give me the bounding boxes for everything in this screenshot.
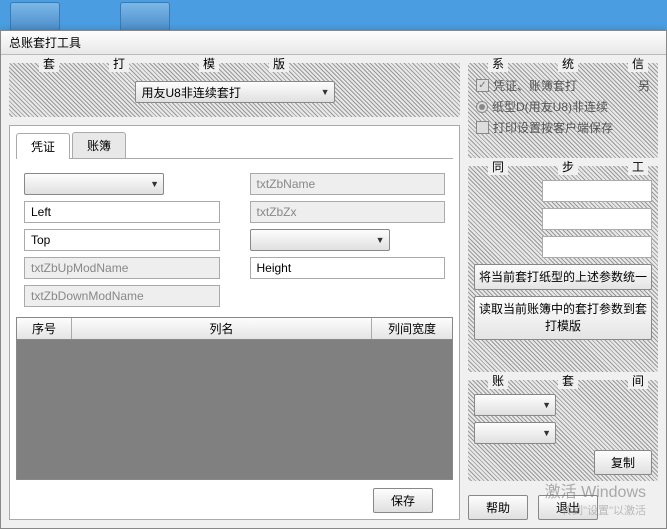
tab-book[interactable]: 账簿 — [72, 132, 126, 158]
group-label: 系 — [488, 55, 508, 72]
save-button[interactable]: 保存 — [373, 488, 433, 513]
group-label: 信 — [628, 55, 648, 72]
read-params-button[interactable]: 读取当前账簿中的套打参数到套打模版 — [474, 296, 652, 340]
exit-button[interactable]: 退出 — [538, 495, 598, 520]
blank-select[interactable] — [250, 229, 390, 251]
group-label: 版 — [269, 55, 289, 72]
main-panel: 凭证 账簿 Left Top txtZbUpModName txtZbDownM… — [9, 125, 460, 520]
template-select-value: 用友U8非连续套打 — [142, 84, 241, 101]
sub-select[interactable] — [24, 173, 164, 195]
radio-papertype-label: 纸型D(用友U8)非连续 — [492, 98, 608, 115]
desktop-icon[interactable] — [120, 2, 170, 32]
zbzx-input: txtZbZx — [250, 201, 446, 223]
extra-label: 另 — [638, 77, 650, 94]
checkbox-taoda-label: 凭证、账簿套打 — [493, 77, 577, 94]
system-group: 系 统 信 ✓ 凭证、账簿套打 另 纸型D(用友U8)非连续 打印设置按客户端保… — [468, 63, 658, 158]
group-label: 工 — [628, 158, 648, 175]
checkbox-client-save[interactable] — [476, 121, 489, 134]
group-label: 套 — [39, 55, 59, 72]
top-input[interactable]: Top — [24, 229, 220, 251]
upmod-input: txtZbUpModName — [24, 257, 220, 279]
template-select[interactable]: 用友U8非连续套打 — [135, 81, 335, 103]
grid-header-seq[interactable]: 序号 — [17, 318, 72, 339]
sync-group: 同 步 工 将当前套打纸型的上述参数统一 读取当前账簿中的套打参数到套打模版 — [468, 166, 658, 372]
height-input[interactable]: Height — [250, 257, 446, 279]
template-group: 套 打 模 版 用友U8非连续套打 — [9, 63, 460, 117]
group-label: 统 — [558, 55, 578, 72]
sync-input-2[interactable] — [542, 208, 652, 230]
footer-buttons: 帮助 退出 — [468, 489, 658, 520]
checkbox-taoda[interactable]: ✓ — [476, 79, 489, 92]
columns-grid: 序号 列名 列间宽度 — [16, 317, 453, 480]
titlebar: 总账套打工具 — [1, 31, 666, 55]
desktop-icons — [10, 2, 170, 32]
copy-button[interactable]: 复制 — [594, 450, 652, 475]
group-label: 账 — [488, 372, 508, 389]
desktop-icon[interactable] — [10, 2, 60, 32]
tabs: 凭证 账簿 — [16, 132, 453, 159]
checkbox-client-save-label: 打印设置按客户端保存 — [493, 119, 613, 136]
radio-papertype[interactable] — [476, 101, 488, 113]
group-label: 模 — [199, 55, 219, 72]
window-title: 总账套打工具 — [9, 34, 81, 51]
grid-header-colname[interactable]: 列名 — [72, 318, 372, 339]
group-label: 套 — [558, 372, 578, 389]
sync-input-1[interactable] — [542, 180, 652, 202]
left-input[interactable]: Left — [24, 201, 220, 223]
group-label: 步 — [558, 158, 578, 175]
zbname-input: txtZbName — [250, 173, 446, 195]
group-label: 打 — [109, 55, 129, 72]
downmod-input: txtZbDownModName — [24, 285, 220, 307]
sync-input-3[interactable] — [542, 236, 652, 258]
grid-header-width[interactable]: 列间宽度 — [372, 318, 452, 339]
grid-header: 序号 列名 列间宽度 — [17, 318, 452, 340]
copy-select-2[interactable] — [474, 422, 556, 444]
copy-select-1[interactable] — [474, 394, 556, 416]
copy-group: 账 套 间 复制 — [468, 380, 658, 481]
grid-body[interactable] — [17, 340, 452, 479]
fields-area: Left Top txtZbUpModName txtZbDownModName… — [16, 159, 453, 317]
main-window: 总账套打工具 套 打 模 版 用友U8非连续套打 凭证 账簿 — [0, 30, 667, 529]
group-label: 间 — [628, 372, 648, 389]
tab-voucher[interactable]: 凭证 — [16, 133, 70, 159]
unify-params-button[interactable]: 将当前套打纸型的上述参数统一 — [474, 264, 652, 291]
help-button[interactable]: 帮助 — [468, 495, 528, 520]
group-label: 同 — [488, 158, 508, 175]
